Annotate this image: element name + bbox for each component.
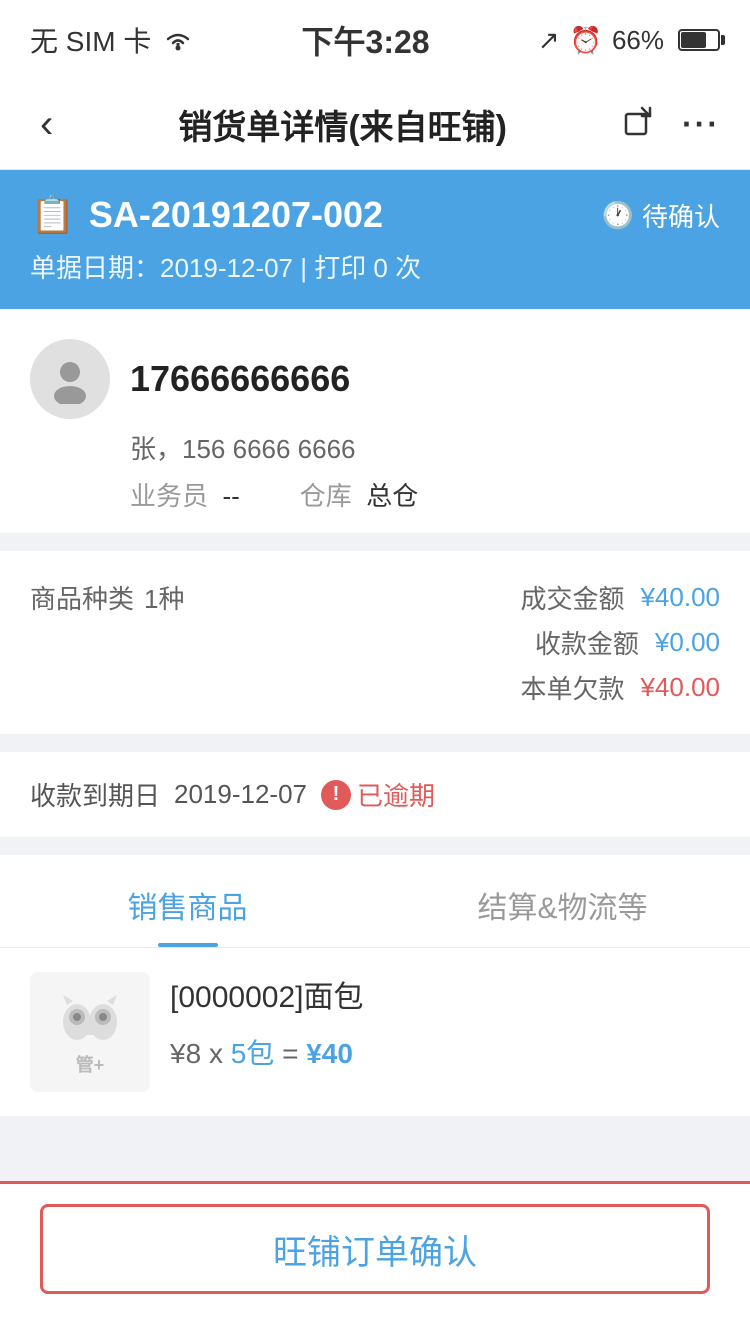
bottom-action-area: 旺铺订单确认 bbox=[0, 1181, 750, 1334]
share-icon[interactable] bbox=[622, 102, 658, 147]
equals-sign: = bbox=[282, 1038, 306, 1069]
received-amount: 收款金额 ¥0.00 bbox=[535, 624, 720, 661]
warehouse-label: 仓库 总仓 bbox=[300, 476, 418, 513]
amount-summary: 成交金额 ¥40.00 收款金额 ¥0.00 本单欠款 ¥40.00 bbox=[520, 579, 720, 706]
battery-percent: 66% bbox=[612, 25, 664, 56]
tab-sales-products[interactable]: 销售商品 bbox=[0, 855, 375, 947]
overdue-text: 已逾期 bbox=[357, 776, 435, 813]
product-details: [0000002]面包 ¥8 x 5包 = ¥40 bbox=[170, 972, 720, 1072]
product-type-value: 1种 bbox=[144, 579, 184, 616]
status-left: 无 SIM 卡 bbox=[30, 20, 193, 60]
tab-settlement[interactable]: 结算&物流等 bbox=[375, 855, 750, 947]
order-icon: 📋 bbox=[30, 194, 75, 236]
tabs-section: 销售商品 结算&物流等 bbox=[0, 855, 750, 1116]
multiply-sign: x bbox=[209, 1038, 231, 1069]
location-icon: ↗ bbox=[538, 25, 560, 56]
back-button[interactable]: ‹ bbox=[30, 92, 63, 157]
summary-section: 商品种类 1种 成交金额 ¥40.00 收款金额 ¥0.00 本单欠款 ¥40.… bbox=[0, 551, 750, 734]
transaction-amount: 成交金额 ¥40.00 bbox=[520, 579, 720, 616]
order-id: 📋 SA-20191207-002 bbox=[30, 194, 383, 236]
product-type: 商品种类 1种 bbox=[30, 579, 184, 616]
product-thumbnail: 管+ bbox=[30, 972, 150, 1092]
customer-name: 张，156 6666 6666 bbox=[130, 429, 720, 466]
due-date-label: 收款到期日 bbox=[30, 776, 160, 813]
order-header-card: 📋 SA-20191207-002 🕐 待确认 单据日期：2019-12-07 … bbox=[0, 170, 750, 309]
product-price-row: ¥8 x 5包 = ¥40 bbox=[170, 1032, 720, 1072]
brand-label: 管+ bbox=[76, 1051, 105, 1077]
customer-meta: 业务员 -- 仓库 总仓 bbox=[130, 476, 720, 513]
tabs-row: 销售商品 结算&物流等 bbox=[0, 855, 750, 948]
page-title: 销货单详情(来自旺铺) bbox=[178, 100, 507, 149]
table-row: 管+ [0000002]面包 ¥8 x 5包 = ¥40 bbox=[30, 972, 720, 1092]
customer-section: 17666666666 张，156 6666 6666 业务员 -- 仓库 总仓 bbox=[0, 309, 750, 533]
overdue-badge: ! 已逾期 bbox=[321, 776, 435, 813]
product-logo bbox=[55, 987, 125, 1047]
salesperson-label: 业务员 -- bbox=[130, 476, 240, 513]
status-right: ↗ ⏰ 66% bbox=[538, 25, 720, 56]
battery-icon bbox=[678, 29, 720, 51]
avatar bbox=[30, 339, 110, 419]
more-button[interactable]: ··· bbox=[682, 106, 720, 143]
time-display: 下午3:28 bbox=[302, 17, 430, 63]
total-price: ¥40 bbox=[306, 1038, 353, 1069]
order-date: 单据日期：2019-12-07 | 打印 0 次 bbox=[30, 248, 720, 285]
status-bar: 无 SIM 卡 下午3:28 ↗ ⏰ 66% bbox=[0, 0, 750, 80]
due-date-section: 收款到期日 2019-12-07 ! 已逾期 bbox=[0, 752, 750, 837]
order-status-badge: 🕐 待确认 bbox=[602, 197, 720, 234]
alarm-icon: ⏰ bbox=[570, 25, 602, 56]
nav-bar: ‹ 销货单详情(来自旺铺) ··· bbox=[0, 80, 750, 170]
customer-phone: 17666666666 bbox=[130, 358, 350, 400]
wifi-icon bbox=[163, 29, 193, 51]
product-list: 管+ [0000002]面包 ¥8 x 5包 = ¥40 bbox=[0, 948, 750, 1116]
overdue-icon: ! bbox=[321, 780, 351, 810]
clock-icon: 🕐 bbox=[602, 200, 634, 231]
product-name: [0000002]面包 bbox=[170, 972, 720, 1016]
due-date-value: 2019-12-07 bbox=[174, 779, 307, 810]
product-type-label: 商品种类 bbox=[30, 579, 134, 616]
quantity: 5包 bbox=[231, 1038, 275, 1069]
carrier-label: 无 SIM 卡 bbox=[30, 20, 151, 60]
nav-actions: ··· bbox=[622, 102, 720, 147]
unit-price: ¥8 bbox=[170, 1038, 201, 1069]
confirm-button[interactable]: 旺铺订单确认 bbox=[40, 1204, 710, 1294]
debt-amount: 本单欠款 ¥40.00 bbox=[520, 669, 720, 706]
